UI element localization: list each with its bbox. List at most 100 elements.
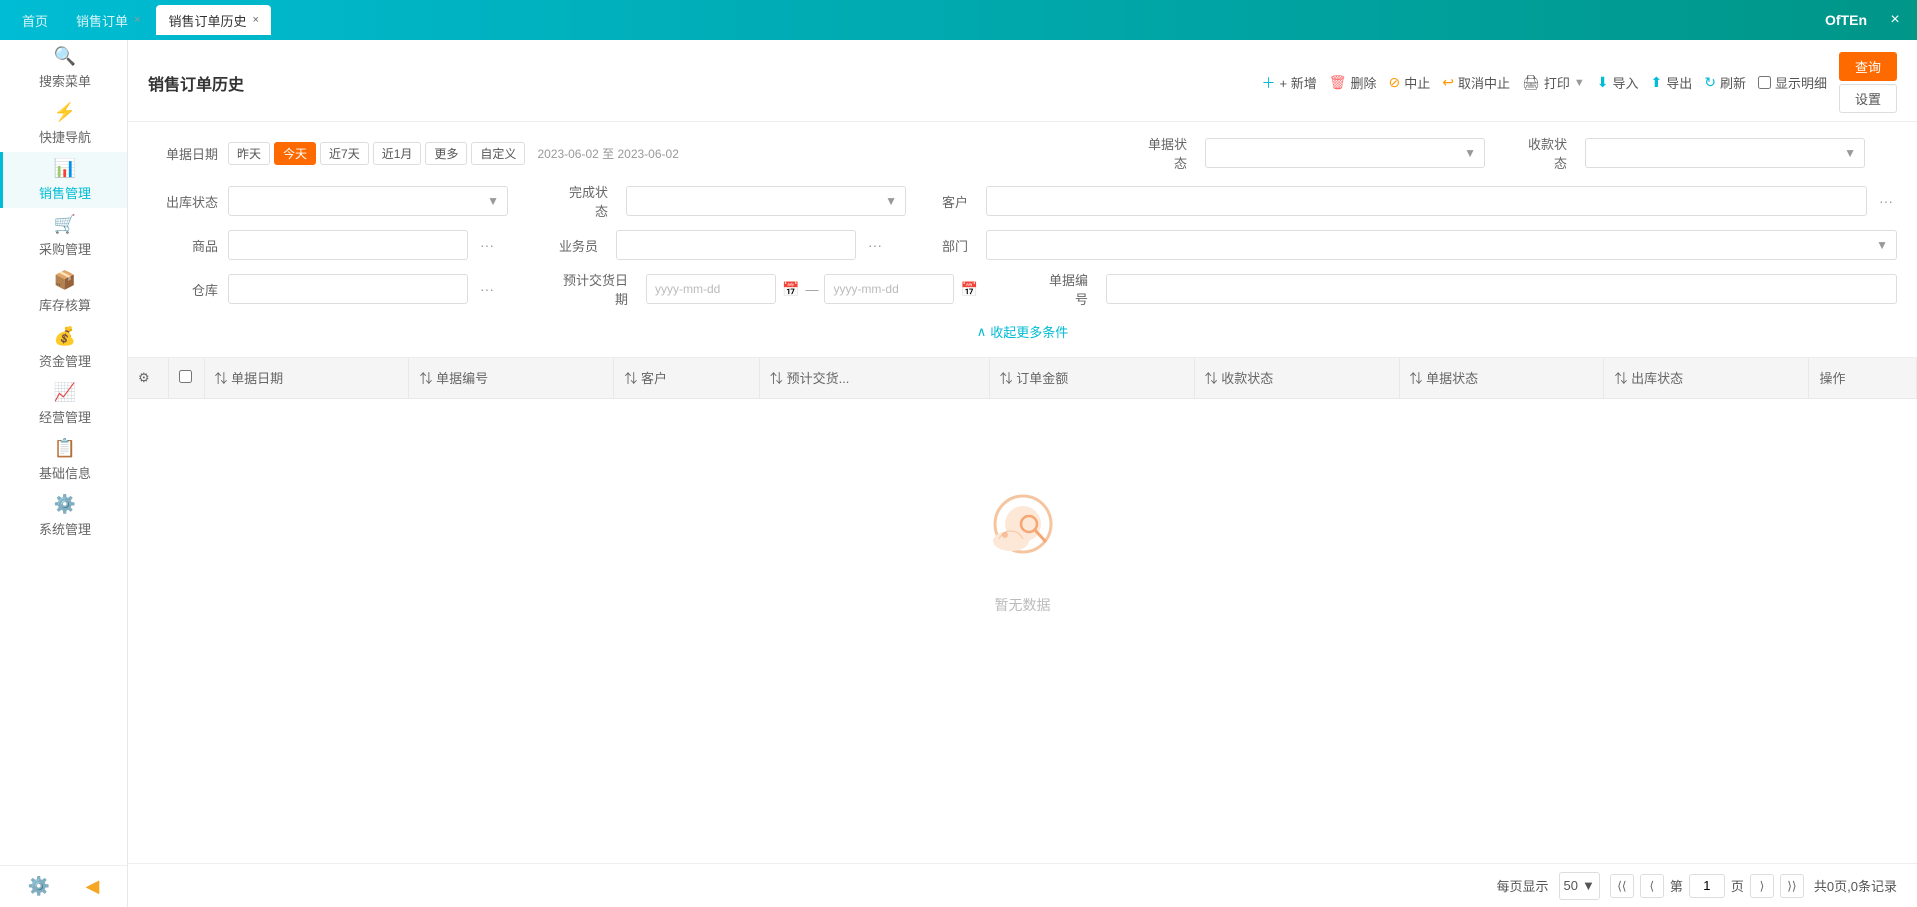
toolbar: ＋ + 新增 🗑 删除 ⊘ 中止 ↩ 取消中止 🖨 打印	[1262, 52, 1897, 113]
print-button[interactable]: 🖨 打印 ▼	[1522, 73, 1585, 92]
date-btn-custom[interactable]: 自定义	[471, 142, 525, 165]
operations-icon: 📈	[54, 382, 76, 403]
product-input[interactable]	[228, 230, 468, 260]
stop-button[interactable]: ⊘ 中止	[1389, 73, 1431, 92]
th-payment-status[interactable]: ⇅ 收款状态	[1194, 358, 1399, 398]
order-number-input[interactable]	[1106, 274, 1897, 304]
customer-label: 客户	[938, 192, 978, 211]
import-button[interactable]: ⬇ 导入	[1597, 73, 1639, 92]
order-status-select[interactable]: ▼	[1205, 138, 1485, 168]
delivery-date-section: 预计交货日期 yyyy-mm-dd 📅 — yyyy-mm-dd 📅	[558, 270, 1038, 308]
pager-first[interactable]: ⟨⟨	[1610, 874, 1634, 898]
delivery-status-select[interactable]: ▼	[228, 186, 508, 216]
pager-prev[interactable]: ⟨	[1640, 874, 1664, 898]
date-filter-content: 昨天 今天 近7天 近1月 更多 自定义 2023-06-02 至 2023-0…	[228, 142, 1137, 165]
calendar-end-icon[interactable]: 📅	[960, 281, 977, 298]
th-checkbox[interactable]	[168, 358, 204, 398]
th-customer[interactable]: ⇅ 客户	[614, 358, 760, 398]
delete-icon: 🗑	[1329, 74, 1347, 91]
delivery-date-end[interactable]: yyyy-mm-dd	[824, 274, 954, 304]
salesperson-input[interactable]	[616, 230, 856, 260]
sidebar-item-finance[interactable]: 💰 资金管理	[0, 320, 127, 376]
customer-dots[interactable]: ···	[1875, 193, 1897, 209]
sidebar-item-search-menu[interactable]: 🔍 搜索菜单	[0, 40, 127, 96]
th-number[interactable]: ⇅ 单据编号	[409, 358, 614, 398]
tab-sales-order[interactable]: 销售订单 ×	[64, 5, 152, 35]
warehouse-dots[interactable]: ···	[476, 281, 498, 297]
th-amount[interactable]: ⇅ 订单金额	[989, 358, 1194, 398]
payment-status-select[interactable]: ▼	[1585, 138, 1865, 168]
refresh-button[interactable]: ↻ 刷新	[1704, 73, 1746, 92]
product-label: 商品	[148, 236, 228, 255]
display-detail-input[interactable]	[1758, 76, 1771, 89]
salesperson-dots[interactable]: ···	[864, 237, 886, 253]
sidebar-item-sales-mgmt[interactable]: 📊 销售管理	[0, 152, 127, 208]
table-header-row: ⚙ ⇅ 单据日期 ⇅ 单据编号	[128, 358, 1917, 398]
date-btn-yesterday[interactable]: 昨天	[228, 142, 270, 165]
sidebar-item-purchase-mgmt[interactable]: 🛒 采购管理	[0, 208, 127, 264]
settings-button[interactable]: 设置	[1839, 84, 1897, 113]
page-header: 销售订单历史 ＋ + 新增 🗑 删除 ⊘ 中止 ↩ 取消中止	[128, 40, 1917, 122]
th-delivery-status[interactable]: ⇅ 出库状态	[1604, 358, 1809, 398]
date-btn-more[interactable]: 更多	[425, 142, 467, 165]
salesperson-section: 业务员 ···	[558, 230, 938, 260]
date-range-display: 2023-06-02 至 2023-06-02	[537, 145, 678, 162]
pager-last[interactable]: ⟩⟩	[1780, 874, 1804, 898]
tab-home[interactable]: 首页	[10, 5, 60, 35]
th-order-status[interactable]: ⇅ 单据状态	[1399, 358, 1604, 398]
close-sales-history-tab[interactable]: ×	[252, 14, 258, 26]
pager-input[interactable]	[1689, 874, 1725, 898]
select-all-checkbox[interactable]	[179, 370, 192, 383]
content-area: 销售订单历史 ＋ + 新增 🗑 删除 ⊘ 中止 ↩ 取消中止	[128, 40, 1917, 907]
date-btn-1month[interactable]: 近1月	[373, 142, 422, 165]
product-dots[interactable]: ···	[476, 237, 498, 253]
date-btn-7days[interactable]: 近7天	[320, 142, 369, 165]
empty-state: 暂无数据	[128, 399, 1917, 695]
complete-status-select[interactable]: ▼	[626, 186, 906, 216]
collapse-conditions[interactable]: ∧ 收起更多条件	[148, 318, 1897, 345]
tab-sales-history[interactable]: 销售订单历史 ×	[156, 5, 270, 35]
page-size-select[interactable]: 50 ▼	[1559, 872, 1600, 900]
th-action: 操作	[1809, 358, 1917, 398]
brand-label: OfTEn	[1825, 12, 1867, 28]
customer-input[interactable]	[986, 186, 1867, 216]
warehouse-input[interactable]	[228, 274, 468, 304]
filter-area: 单据日期 昨天 今天 近7天 近1月 更多 自定义 2023-06-02 至 2…	[128, 122, 1917, 358]
sidebar-item-inventory[interactable]: 📦 库存核算	[0, 264, 127, 320]
page-title: 销售订单历史	[148, 71, 244, 95]
export-button[interactable]: ⬆ 导出	[1650, 73, 1692, 92]
delivery-date-start[interactable]: yyyy-mm-dd	[646, 274, 776, 304]
close-sales-order-tab[interactable]: ×	[134, 14, 140, 26]
print-chevron: ▼	[1574, 77, 1585, 89]
date-btn-today[interactable]: 今天	[274, 142, 316, 165]
sidebar-collapse-icon[interactable]: ◀	[85, 876, 99, 897]
inventory-icon: 📦	[54, 270, 76, 291]
sidebar-item-basic-info[interactable]: 📋 基础信息	[0, 432, 127, 488]
display-detail-checkbox[interactable]: 显示明细	[1758, 73, 1827, 92]
th-delivery-date[interactable]: ⇅ 预计交货...	[759, 358, 989, 398]
calendar-start-icon[interactable]: 📅	[782, 281, 799, 298]
delete-button[interactable]: 🗑 删除	[1329, 73, 1377, 92]
sidebar-item-quick-nav[interactable]: ⚡ 快捷导航	[0, 96, 127, 152]
cancel-stop-button[interactable]: ↩ 取消中止	[1442, 73, 1510, 92]
pager-page-label: 页	[1731, 876, 1744, 895]
add-icon: ＋	[1262, 73, 1276, 93]
query-button[interactable]: 查询	[1839, 52, 1897, 81]
th-settings[interactable]: ⚙	[128, 358, 168, 398]
filter-row-4: 仓库 ··· 预计交货日期 yyyy-mm-dd 📅 — yyyy-mm-dd	[148, 270, 1897, 308]
basic-info-icon: 📋	[54, 438, 76, 459]
table-container: ⚙ ⇅ 单据日期 ⇅ 单据编号	[128, 358, 1917, 863]
payment-status-label: 收款状态	[1517, 134, 1577, 172]
add-button[interactable]: ＋ + 新增	[1262, 73, 1317, 93]
department-select[interactable]: ▼	[986, 230, 1897, 260]
empty-text: 暂无数据	[995, 595, 1051, 615]
sidebar-item-operations[interactable]: 📈 经营管理	[0, 376, 127, 432]
window-close-btn[interactable]: ×	[1883, 8, 1907, 32]
sidebar-settings-icon[interactable]: ⚙️	[28, 876, 50, 897]
th-date[interactable]: ⇅ 单据日期	[204, 358, 409, 398]
sidebar-item-sys-mgmt[interactable]: ⚙️ 系统管理	[0, 488, 127, 544]
table-gear-icon[interactable]: ⚙	[138, 370, 150, 385]
import-icon: ⬇	[1597, 74, 1609, 91]
order-number-label: 单据编号	[1038, 270, 1098, 308]
pager-next[interactable]: ⟩	[1750, 874, 1774, 898]
